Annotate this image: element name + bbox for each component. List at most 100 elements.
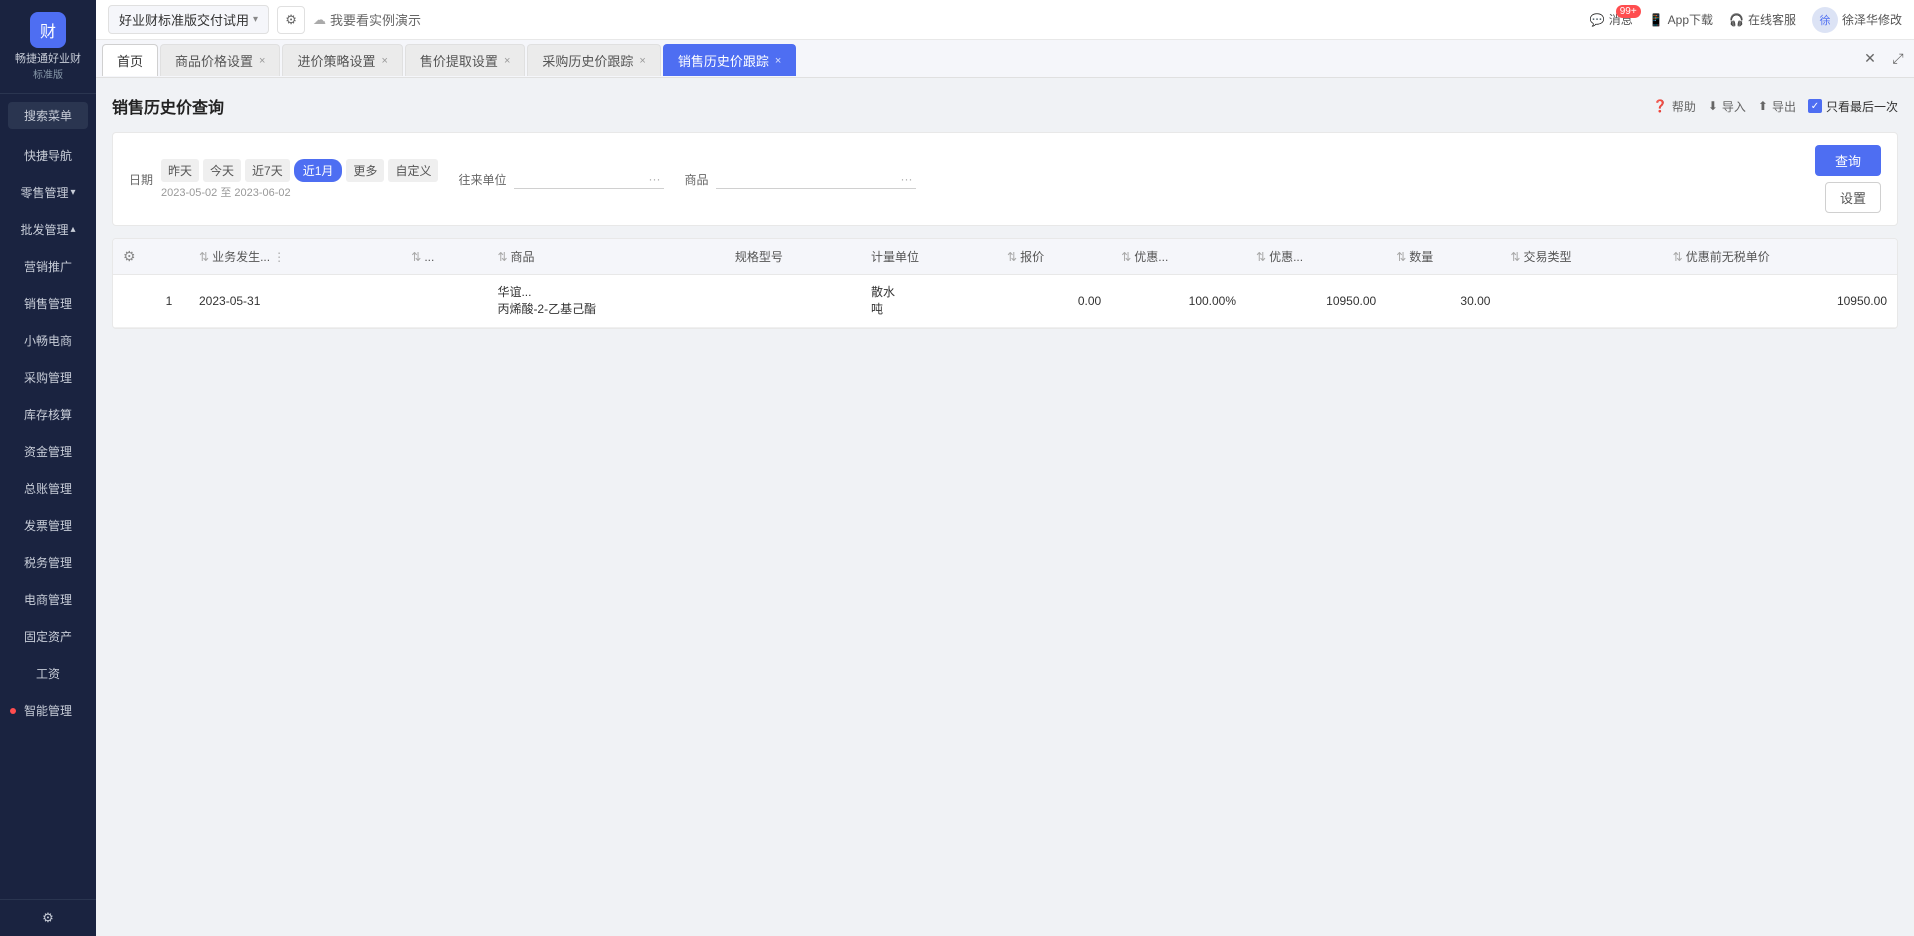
- date-yesterday-btn[interactable]: 昨天: [161, 159, 199, 182]
- last-only-checkbox-label[interactable]: ✓ 只看最后一次: [1808, 98, 1898, 115]
- tab-price-settings[interactable]: 商品价格设置 ×: [160, 44, 280, 76]
- filter-bar: 日期 昨天 今天 近7天 近1月 更多 自定义 2023-05-02 至 202…: [112, 132, 1898, 226]
- goods-ellipsis-icon[interactable]: ···: [900, 172, 912, 186]
- tab-price-settings-close[interactable]: ×: [259, 55, 265, 67]
- import-label: 导入: [1722, 98, 1746, 115]
- version-selector[interactable]: 好业财标准版交付试用 ▾: [108, 5, 269, 34]
- th-more-label: ...: [424, 250, 434, 264]
- date-today-btn[interactable]: 今天: [203, 159, 241, 182]
- sidebar-item-invoice[interactable]: 发票管理: [0, 507, 96, 544]
- topbar: 好业财标准版交付试用 ▾ ⚙ ☁ 我要看实例演示 💬 消息 99+ 📱 App下…: [96, 0, 1914, 40]
- sidebar-item-assets[interactable]: 固定资产: [0, 618, 96, 655]
- date-last1m-btn[interactable]: 近1月: [294, 159, 343, 182]
- tab-home-label: 首页: [117, 51, 143, 70]
- supplier-input[interactable]: ···: [514, 170, 664, 189]
- th-biz-date-label: 业务发生...: [212, 248, 270, 265]
- td-discount-val: 10950.00: [1246, 275, 1386, 328]
- th-discount-pct-label: 优惠...: [1134, 248, 1168, 265]
- sidebar-item-xiaochange[interactable]: 小畅电商: [0, 322, 96, 359]
- sidebar: 财 畅捷通好业财 标准版 搜索菜单 快捷导航 零售管理▾ 批发管理▴ 营销推广 …: [0, 0, 96, 936]
- retail-arrow-icon: ▾: [70, 187, 75, 198]
- supplier-ellipsis-icon[interactable]: ···: [648, 172, 660, 186]
- td-unit-short: 散水: [871, 284, 987, 301]
- tab-purchase-history[interactable]: 采购历史价跟踪 ×: [527, 44, 660, 76]
- sidebar-item-tax[interactable]: 税务管理: [0, 544, 96, 581]
- th-goods[interactable]: ⇅ 商品: [487, 239, 724, 275]
- sidebar-item-quicknav[interactable]: 快捷导航: [0, 137, 96, 174]
- th-more[interactable]: ⇅ ...: [401, 239, 487, 275]
- smart-dot-indicator: [10, 708, 16, 714]
- topbar-gear-icon: ⚙: [285, 12, 297, 28]
- page-header: 销售历史价查询 ❓ 帮助 ⬇ 导入 ⬆ 导出 ✓ 只看最后一次: [112, 94, 1898, 118]
- th-discount-pct-sort-icon: ⇅: [1121, 250, 1131, 264]
- version-chevron-icon: ▾: [253, 14, 258, 25]
- help-label: 帮助: [1672, 98, 1696, 115]
- sidebar-item-wholesale[interactable]: 批发管理▴: [0, 211, 96, 248]
- user-menu[interactable]: 徐 徐泽华修改: [1812, 7, 1902, 33]
- export-label: 导出: [1772, 98, 1796, 115]
- date-last7-btn[interactable]: 近7天: [245, 159, 290, 182]
- sidebar-item-salary[interactable]: 工资: [0, 655, 96, 692]
- th-price-sort-icon: ⇅: [1007, 250, 1017, 264]
- th-discount-pct[interactable]: ⇅ 优惠...: [1111, 239, 1246, 275]
- query-button[interactable]: 查询: [1815, 145, 1881, 176]
- sidebar-settings-button[interactable]: ⚙: [0, 899, 96, 936]
- th-qty[interactable]: ⇅ 数量: [1386, 239, 1500, 275]
- th-biz-date[interactable]: ⇅ 业务发生... ⋮: [189, 239, 401, 275]
- th-discount-val[interactable]: ⇅ 优惠...: [1246, 239, 1386, 275]
- sidebar-item-ledger[interactable]: 总账管理: [0, 470, 96, 507]
- table-gear-icon[interactable]: ⚙: [123, 248, 136, 264]
- th-goods-sort-icon: ⇅: [497, 250, 507, 264]
- filter-row: 日期 昨天 今天 近7天 近1月 更多 自定义 2023-05-02 至 202…: [129, 145, 1881, 213]
- th-pretax-price-sort-icon: ⇅: [1673, 250, 1683, 264]
- td-biz-date: 2023-05-31: [189, 275, 401, 328]
- sidebar-item-inventory[interactable]: 库存核算: [0, 396, 96, 433]
- search-menu-button[interactable]: 搜索菜单: [8, 102, 88, 129]
- tab-purchase-history-close[interactable]: ×: [639, 55, 645, 67]
- sidebar-item-ecommerce[interactable]: 电商管理: [0, 581, 96, 618]
- tab-purchase-strategy-label: 进价策略设置: [297, 51, 375, 70]
- topbar-right-area: 💬 消息 99+ 📱 App下载 🎧 在线客服 徐 徐泽华修改: [1590, 7, 1902, 33]
- window-close-button[interactable]: ✕: [1860, 49, 1880, 69]
- tab-sale-extract-close[interactable]: ×: [504, 55, 510, 67]
- import-link[interactable]: ⬇ 导入: [1708, 98, 1746, 115]
- th-price[interactable]: ⇅ 报价: [997, 239, 1111, 275]
- topbar-settings-button[interactable]: ⚙: [277, 6, 305, 34]
- online-service-button[interactable]: 🎧 在线客服: [1729, 11, 1796, 28]
- filter-settings-button[interactable]: 设置: [1825, 182, 1881, 213]
- sidebar-item-retail[interactable]: 零售管理▾: [0, 174, 96, 211]
- main-area: 好业财标准版交付试用 ▾ ⚙ ☁ 我要看实例演示 💬 消息 99+ 📱 App下…: [96, 0, 1914, 936]
- sidebar-item-finance[interactable]: 资金管理: [0, 433, 96, 470]
- date-more-btn[interactable]: 更多: [346, 159, 384, 182]
- sidebar-search-area[interactable]: 搜索菜单: [0, 94, 96, 137]
- tab-sale-extract[interactable]: 售价提取设置 ×: [405, 44, 525, 76]
- sidebar-item-sales[interactable]: 销售管理: [0, 285, 96, 322]
- tab-sale-history-close[interactable]: ×: [775, 55, 781, 67]
- goods-input[interactable]: ···: [716, 170, 916, 189]
- sidebar-item-smart[interactable]: 智能管理: [0, 692, 96, 729]
- last-only-checkbox[interactable]: ✓: [1808, 99, 1822, 113]
- tab-purchase-strategy-close[interactable]: ×: [381, 55, 387, 67]
- help-link[interactable]: ❓ 帮助: [1653, 98, 1696, 115]
- messages-button[interactable]: 💬 消息 99+: [1590, 11, 1633, 28]
- app-download-button[interactable]: 📱 App下载: [1649, 11, 1713, 28]
- th-more-sort-icon: ⇅: [411, 250, 421, 264]
- date-custom-btn[interactable]: 自定义: [388, 159, 438, 182]
- sidebar-item-marketing[interactable]: 营销推广: [0, 248, 96, 285]
- th-gear: ⚙: [113, 239, 149, 275]
- sidebar-item-purchase[interactable]: 采购管理: [0, 359, 96, 396]
- import-icon: ⬇: [1708, 99, 1718, 113]
- export-link[interactable]: ⬆ 导出: [1758, 98, 1796, 115]
- th-unit: 计量单位: [861, 239, 997, 275]
- th-trans-type[interactable]: ⇅ 交易类型: [1500, 239, 1662, 275]
- tab-home[interactable]: 首页: [102, 44, 158, 76]
- tab-purchase-strategy[interactable]: 进价策略设置 ×: [282, 44, 402, 76]
- window-maximize-button[interactable]: ⤢: [1888, 49, 1908, 69]
- tab-sale-history[interactable]: 销售历史价跟踪 ×: [663, 44, 796, 76]
- table-row: 1 2023-05-31 华谊... 丙烯酸-2-乙基己酯: [113, 275, 1897, 328]
- goods-filter-group: 商品 ···: [684, 170, 916, 189]
- demo-button[interactable]: ☁ 我要看实例演示: [313, 10, 421, 29]
- th-biz-date-sort-icon: ⇅: [199, 250, 209, 264]
- th-pretax-price[interactable]: ⇅ 优惠前无税单价: [1663, 239, 1897, 275]
- sidebar-logo: 财 畅捷通好业财 标准版: [0, 0, 96, 94]
